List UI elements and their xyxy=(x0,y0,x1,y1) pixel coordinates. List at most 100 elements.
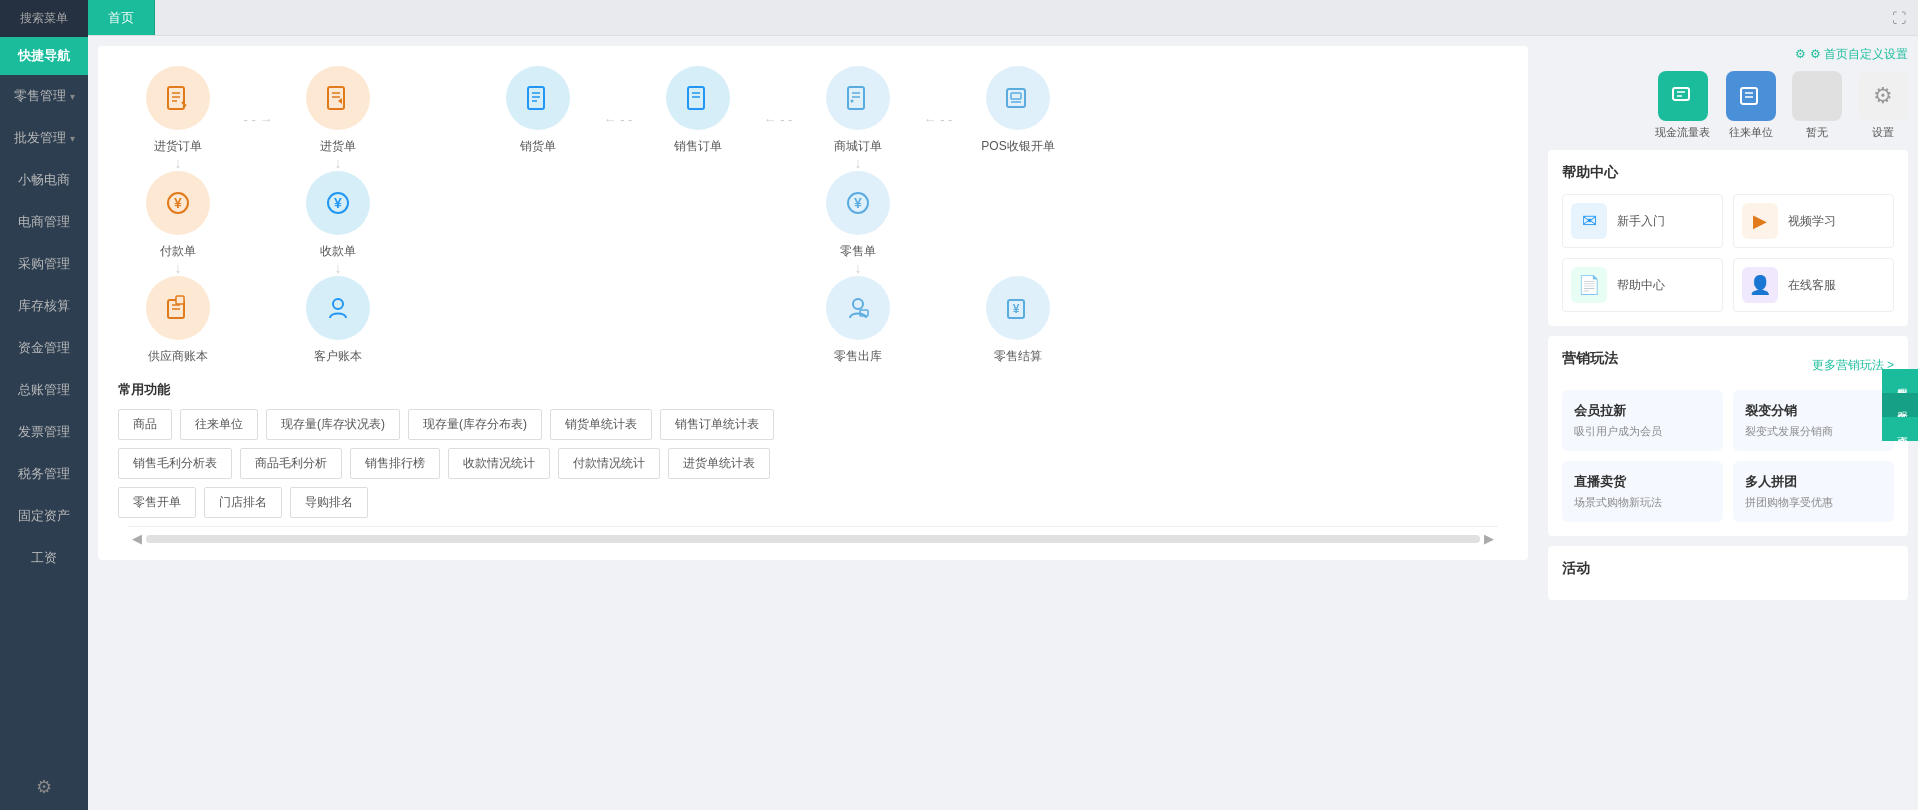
quick-icon-units[interactable]: 往来单位 xyxy=(1726,71,1776,140)
sidebar-item-salary[interactable]: 工资 xyxy=(0,537,88,579)
sidebar-item-label: 小畅电商 xyxy=(18,171,70,189)
flow-node-retail[interactable]: ¥ 零售单 xyxy=(798,171,918,260)
func-btn-receipt-stat[interactable]: 收款情况统计 xyxy=(448,448,550,479)
fission-sub: 裂变式发展分销商 xyxy=(1745,424,1882,439)
scroll-right-icon[interactable]: ▶ xyxy=(1480,531,1498,546)
settings-icon[interactable]: ⚙ xyxy=(0,764,88,810)
fullscreen-icon[interactable]: ⛶ xyxy=(1880,10,1918,26)
sidebar-item-tax[interactable]: 税务管理 xyxy=(0,453,88,495)
left-panel: 进货订单 - - → 进货单 xyxy=(88,36,1538,810)
sidebar-item-wholesale[interactable]: 批发管理 ▾ xyxy=(0,117,88,159)
svg-rect-14 xyxy=(848,87,864,109)
func-btn-store-rank[interactable]: 门店排名 xyxy=(204,487,282,518)
activity-title: 活动 xyxy=(1562,560,1894,586)
float-btn-desktop[interactable]: 桌面快捷 xyxy=(1882,417,1918,441)
help-item-video[interactable]: ▶ 视频学习 xyxy=(1733,194,1894,248)
sidebar-item-assets[interactable]: 固定资产 xyxy=(0,495,88,537)
func-btn-sales-profit[interactable]: 销售毛利分析表 xyxy=(118,448,232,479)
float-btn-community[interactable]: 服务社区 xyxy=(1882,393,1918,417)
func-buttons-row2: 销售毛利分析表 商品毛利分析 销售排行榜 收款情况统计 付款情况统计 进货单统计… xyxy=(118,448,1508,479)
flow-node-retail-out[interactable]: 零售出库 xyxy=(798,276,918,365)
flow-node-sales[interactable]: 销货单 xyxy=(478,66,598,155)
sidebar-item-ledger[interactable]: 总账管理 xyxy=(0,369,88,411)
sidebar-search[interactable]: 搜索菜单 xyxy=(0,0,88,37)
flow-node-payment[interactable]: ¥ 付款单 xyxy=(118,171,238,260)
marketing-card: 营销玩法 更多营销玩法 > 会员拉新 吸引用户成为会员 裂变分销 裂变式发展分销… xyxy=(1548,336,1908,536)
flow-node-sales-order[interactable]: 销售订单 xyxy=(638,66,758,155)
func-btn-stock-status[interactable]: 现存量(库存状况表) xyxy=(266,409,400,440)
member-sub: 吸引用户成为会员 xyxy=(1574,424,1711,439)
payment-icon: ¥ xyxy=(146,171,210,235)
svg-rect-7 xyxy=(528,87,544,109)
sales-label: 销货单 xyxy=(520,138,556,155)
svg-point-17 xyxy=(851,100,854,103)
flow-card: 进货订单 - - → 进货单 xyxy=(98,46,1528,560)
marketing-grid: 会员拉新 吸引用户成为会员 裂变分销 裂变式发展分销商 直播卖货 场景式购物新玩… xyxy=(1562,390,1894,522)
func-btn-retail-order[interactable]: 零售开单 xyxy=(118,487,196,518)
func-btn-guide-rank[interactable]: 导购排名 xyxy=(290,487,368,518)
flow-node-receipt[interactable]: ¥ 收款单 xyxy=(278,171,398,260)
func-btn-purchase-stat[interactable]: 进货单统计表 xyxy=(668,448,770,479)
scroll-left-icon[interactable]: ◀ xyxy=(128,531,146,546)
help-item-help[interactable]: 📄 帮助中心 xyxy=(1562,258,1723,312)
sidebar-item-inventory[interactable]: 库存核算 xyxy=(0,285,88,327)
svg-rect-0 xyxy=(168,87,184,109)
shop-order-icon xyxy=(826,66,890,130)
sidebar-item-ecommgmt[interactable]: 电商管理 xyxy=(0,201,88,243)
sidebar-item-finance[interactable]: 资金管理 xyxy=(0,327,88,369)
func-btn-sales-rank[interactable]: 销售排行榜 xyxy=(350,448,440,479)
scroll-track[interactable] xyxy=(146,535,1480,543)
shop-order-label: 商城订单 xyxy=(834,138,882,155)
retail-settle-label: 零售结算 xyxy=(994,348,1042,365)
sidebar-item-purchase[interactable]: 采购管理 xyxy=(0,243,88,285)
help-item-service[interactable]: 👤 在线客服 xyxy=(1733,258,1894,312)
sidebar-item-retail[interactable]: 零售管理 ▾ xyxy=(0,75,88,117)
customize-btn[interactable]: ⚙ ⚙ 首页自定义设置 xyxy=(1548,46,1908,63)
float-btn-service[interactable]: 客服热线 xyxy=(1882,369,1918,393)
marketing-item-group[interactable]: 多人拼团 拼团购物享受优惠 xyxy=(1733,461,1894,522)
marketing-item-live[interactable]: 直播卖货 场景式购物新玩法 xyxy=(1562,461,1723,522)
flow-node-purchase[interactable]: 进货单 xyxy=(278,66,398,155)
sidebar-nav-label: 快捷导航 xyxy=(0,37,88,75)
video-icon: ▶ xyxy=(1742,203,1778,239)
scroll-bar: ◀ ▶ xyxy=(128,526,1498,550)
help-item-beginner[interactable]: ✉ 新手入门 xyxy=(1562,194,1723,248)
func-btn-sales-stat[interactable]: 销货单统计表 xyxy=(550,409,652,440)
flow-node-shop-order[interactable]: 商城订单 xyxy=(798,66,918,155)
help-label: 帮助中心 xyxy=(1617,277,1665,294)
func-btn-goods[interactable]: 商品 xyxy=(118,409,172,440)
svg-rect-36 xyxy=(1673,88,1689,100)
func-btn-units[interactable]: 往来单位 xyxy=(180,409,258,440)
video-label: 视频学习 xyxy=(1788,213,1836,230)
svg-rect-4 xyxy=(328,87,344,109)
live-title: 直播卖货 xyxy=(1574,473,1711,491)
marketing-item-member[interactable]: 会员拉新 吸引用户成为会员 xyxy=(1562,390,1723,451)
sidebar-item-invoice[interactable]: 发票管理 xyxy=(0,411,88,453)
beginner-icon: ✉ xyxy=(1571,203,1607,239)
func-btn-goods-profit[interactable]: 商品毛利分析 xyxy=(240,448,342,479)
purchase-label: 进货单 xyxy=(320,138,356,155)
func-btn-payment-stat[interactable]: 付款情况统计 xyxy=(558,448,660,479)
marketing-item-fission[interactable]: 裂变分销 裂变式发展分销商 xyxy=(1733,390,1894,451)
quick-icon-cashflow[interactable]: 现金流量表 xyxy=(1655,71,1710,140)
sidebar-item-ecom[interactable]: 小畅电商 xyxy=(0,159,88,201)
flow-node-purchase-order[interactable]: 进货订单 xyxy=(118,66,238,155)
retail-icon: ¥ xyxy=(826,171,890,235)
activity-card: 活动 xyxy=(1548,546,1908,600)
pos-label: POS收银开单 xyxy=(981,138,1054,155)
arrow-left-1: ← - - xyxy=(598,90,638,155)
quick-icon-settings[interactable]: ⚙ 设置 xyxy=(1858,71,1908,140)
sidebar-item-label: 发票管理 xyxy=(18,423,70,441)
func-btn-sales-order-stat[interactable]: 销售订单统计表 xyxy=(660,409,774,440)
flow-node-customer-account[interactable]: 客户账本 xyxy=(278,276,398,365)
tab-home[interactable]: 首页 xyxy=(88,0,155,35)
retail-settle-icon: ¥ xyxy=(986,276,1050,340)
flow-node-retail-settle[interactable]: ¥ 零售结算 xyxy=(958,276,1078,365)
func-btn-stock-dist[interactable]: 现存量(库存分布表) xyxy=(408,409,542,440)
receipt-icon: ¥ xyxy=(306,171,370,235)
chevron-down-icon: ▾ xyxy=(70,133,75,144)
flow-node-pos[interactable]: POS收银开单 xyxy=(958,66,1078,155)
flow-node-supplier-account[interactable]: 供应商账本 xyxy=(118,276,238,365)
settings-icon-quick: ⚙ xyxy=(1858,71,1908,121)
quick-icon-none[interactable]: 暂无 xyxy=(1792,71,1842,140)
